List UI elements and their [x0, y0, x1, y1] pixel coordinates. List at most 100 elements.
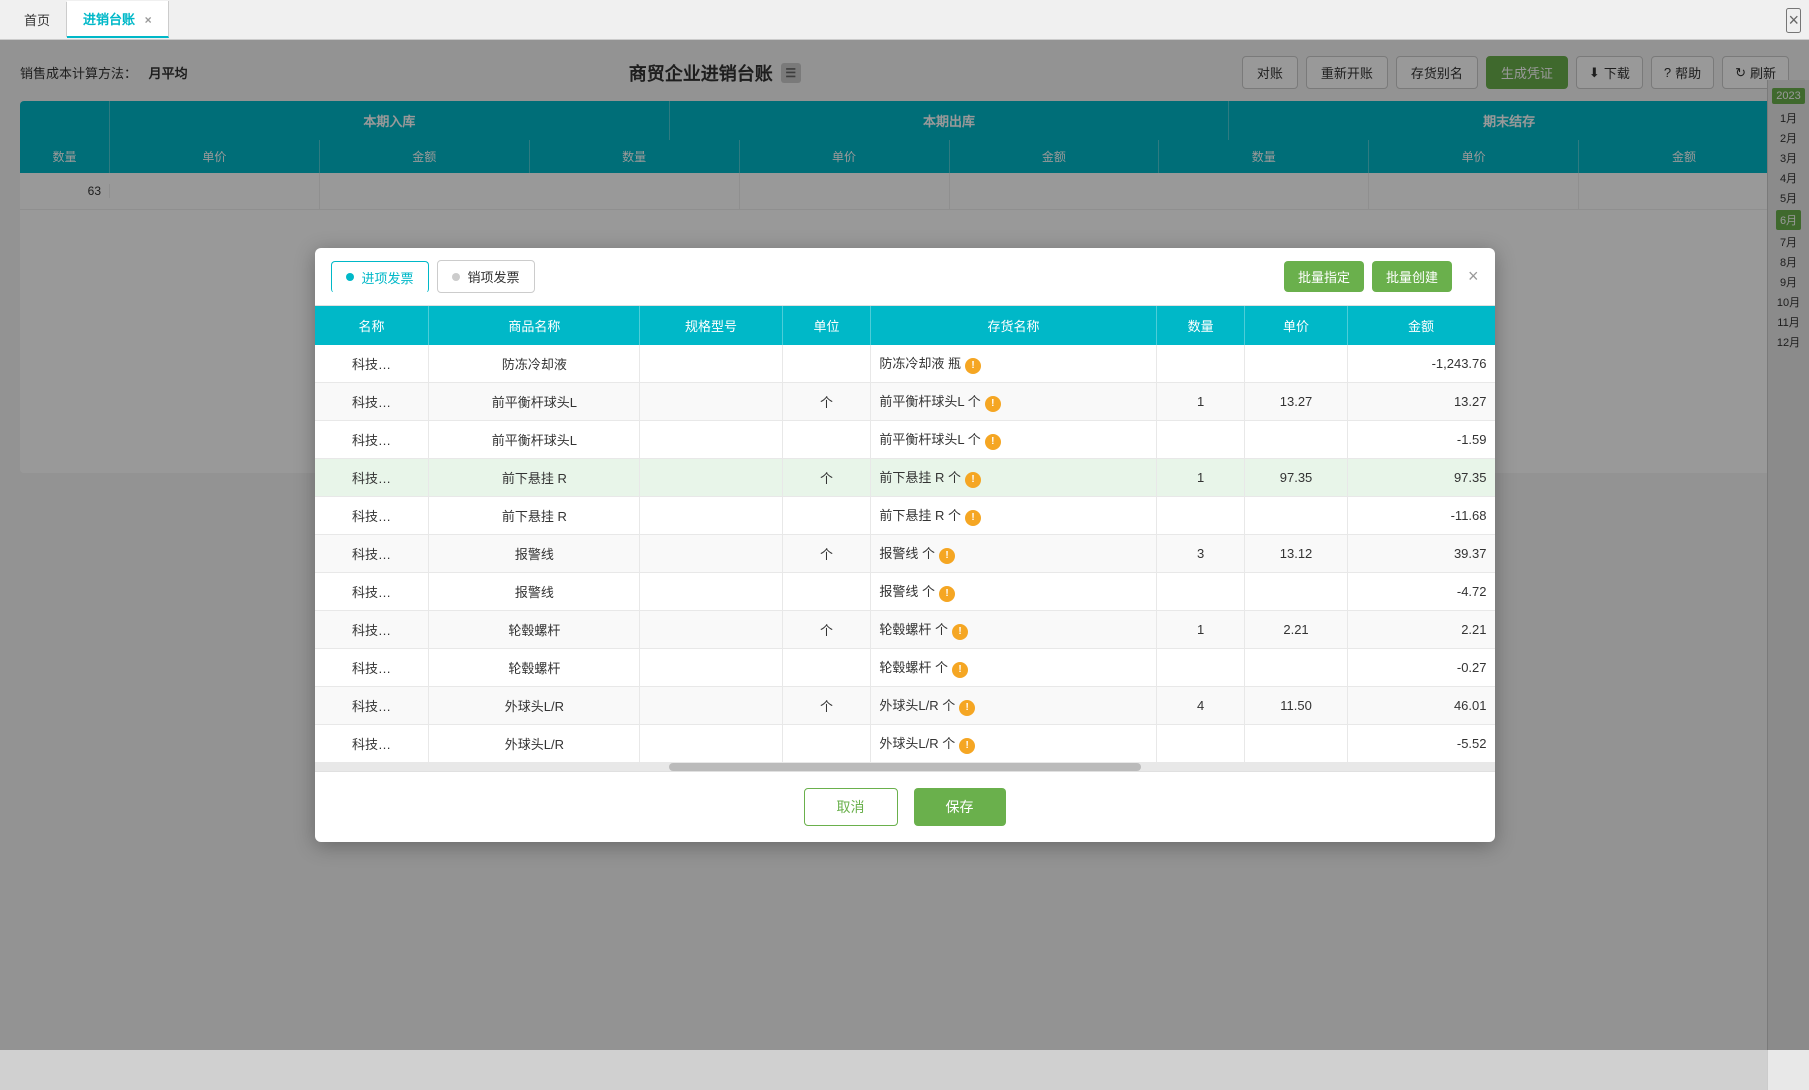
cell-name: 科技…	[315, 497, 429, 535]
tab-ledger[interactable]: 进销台账 ×	[67, 1, 169, 38]
invoice-in-indicator	[346, 273, 354, 281]
warning-icon: !	[939, 586, 955, 602]
cell-unit	[782, 345, 871, 383]
cell-quantity	[1156, 497, 1245, 535]
cell-quantity	[1156, 725, 1245, 763]
cell-spec	[640, 383, 782, 421]
table-row[interactable]: 科技… 防冻冷却液 防冻冷却液 瓶! -1,243.76	[315, 345, 1495, 383]
cell-unit: 个	[782, 383, 871, 421]
table-row[interactable]: 科技… 报警线 报警线 个! -4.72	[315, 573, 1495, 611]
cell-spec	[640, 535, 782, 573]
cell-spec	[640, 687, 782, 725]
th-product-name: 商品名称	[429, 306, 640, 345]
scrollbar-thumb[interactable]	[669, 763, 1141, 771]
cell-unit	[782, 649, 871, 687]
warning-icon: !	[965, 510, 981, 526]
cell-name: 科技…	[315, 687, 429, 725]
cell-unit	[782, 725, 871, 763]
cell-inventory-name: 前下悬挂 R 个!	[871, 497, 1156, 535]
tab-home[interactable]: 首页	[8, 2, 67, 37]
warning-icon: !	[959, 700, 975, 716]
cell-unit-price	[1245, 649, 1347, 687]
modal-table: 名称 商品名称 规格型号 单位 存货名称 数量 单价 金额 科技… 防冻冷却液	[315, 306, 1495, 763]
cell-amount: -1,243.76	[1347, 345, 1494, 383]
warning-icon: !	[965, 472, 981, 488]
cancel-button[interactable]: 取消	[804, 788, 898, 826]
cell-product-name: 外球头L/R	[429, 725, 640, 763]
table-row[interactable]: 科技… 轮毂螺杆 轮毂螺杆 个! -0.27	[315, 649, 1495, 687]
cell-spec	[640, 611, 782, 649]
cell-amount: 46.01	[1347, 687, 1494, 725]
warning-icon: !	[939, 548, 955, 564]
cell-spec	[640, 421, 782, 459]
modal-header-actions: 批量指定 批量创建 ×	[1284, 261, 1479, 292]
cell-spec	[640, 573, 782, 611]
window-close-button[interactable]: ×	[1786, 8, 1801, 33]
tab-invoice-in[interactable]: 进项发票	[331, 261, 429, 293]
cell-name: 科技…	[315, 725, 429, 763]
table-row[interactable]: 科技… 前平衡杆球头L 前平衡杆球头L 个! -1.59	[315, 421, 1495, 459]
cell-unit-price: 13.27	[1245, 383, 1347, 421]
cell-amount: 13.27	[1347, 383, 1494, 421]
table-row[interactable]: 科技… 外球头L/R 外球头L/R 个! -5.52	[315, 725, 1495, 763]
cell-unit-price	[1245, 497, 1347, 535]
horizontal-scrollbar[interactable]	[315, 763, 1495, 771]
table-row[interactable]: 科技… 前下悬挂 R 前下悬挂 R 个! -11.68	[315, 497, 1495, 535]
th-unit: 单位	[782, 306, 871, 345]
modal-close-button[interactable]: ×	[1468, 261, 1479, 292]
cell-amount: -1.59	[1347, 421, 1494, 459]
warning-icon: !	[952, 624, 968, 640]
cell-quantity: 4	[1156, 687, 1245, 725]
cell-unit: 个	[782, 459, 871, 497]
cell-name: 科技…	[315, 611, 429, 649]
table-row[interactable]: 科技… 外球头L/R 个 外球头L/R 个! 4 11.50 46.01	[315, 687, 1495, 725]
cell-unit-price: 2.21	[1245, 611, 1347, 649]
cell-product-name: 报警线	[429, 573, 640, 611]
cell-amount: -4.72	[1347, 573, 1494, 611]
cell-quantity	[1156, 345, 1245, 383]
batch-assign-button[interactable]: 批量指定	[1284, 261, 1364, 292]
cell-product-name: 轮毂螺杆	[429, 649, 640, 687]
cell-unit: 个	[782, 611, 871, 649]
table-row[interactable]: 科技… 报警线 个 报警线 个! 3 13.12 39.37	[315, 535, 1495, 573]
cell-quantity	[1156, 573, 1245, 611]
modal-header: 进项发票 销项发票 批量指定 批量创建 ×	[315, 248, 1495, 306]
warning-icon: !	[985, 434, 1001, 450]
tab-invoice-out[interactable]: 销项发票	[437, 260, 535, 293]
save-button[interactable]: 保存	[914, 788, 1006, 826]
cell-name: 科技…	[315, 649, 429, 687]
cell-name: 科技…	[315, 535, 429, 573]
batch-create-button[interactable]: 批量创建	[1372, 261, 1452, 292]
cell-unit-price: 11.50	[1245, 687, 1347, 725]
cell-unit: 个	[782, 687, 871, 725]
cell-unit	[782, 421, 871, 459]
table-row[interactable]: 科技… 轮毂螺杆 个 轮毂螺杆 个! 1 2.21 2.21	[315, 611, 1495, 649]
cell-product-name: 前平衡杆球头L	[429, 383, 640, 421]
cell-amount: -0.27	[1347, 649, 1494, 687]
th-name: 名称	[315, 306, 429, 345]
table-row[interactable]: 科技… 前平衡杆球头L 个 前平衡杆球头L 个! 1 13.27 13.27	[315, 383, 1495, 421]
tab-ledger-close[interactable]: ×	[145, 13, 152, 27]
cell-inventory-name: 外球头L/R 个!	[871, 725, 1156, 763]
cell-unit-price: 97.35	[1245, 459, 1347, 497]
tab-bar: 首页 进销台账 × ×	[0, 0, 1809, 40]
cell-quantity	[1156, 421, 1245, 459]
warning-icon: !	[965, 358, 981, 374]
cell-inventory-name: 前平衡杆球头L 个!	[871, 383, 1156, 421]
cell-product-name: 前下悬挂 R	[429, 459, 640, 497]
cell-quantity	[1156, 649, 1245, 687]
cell-product-name: 前平衡杆球头L	[429, 421, 640, 459]
invoice-out-indicator	[452, 273, 460, 281]
cell-spec	[640, 649, 782, 687]
modal-dialog: 进项发票 销项发票 批量指定 批量创建 × 名称	[315, 248, 1495, 842]
cell-name: 科技…	[315, 421, 429, 459]
cell-inventory-name: 前平衡杆球头L 个!	[871, 421, 1156, 459]
cell-quantity: 3	[1156, 535, 1245, 573]
th-quantity: 数量	[1156, 306, 1245, 345]
cell-product-name: 报警线	[429, 535, 640, 573]
table-row[interactable]: 科技… 前下悬挂 R 个 前下悬挂 R 个! 1 97.35 97.35	[315, 459, 1495, 497]
cell-product-name: 外球头L/R	[429, 687, 640, 725]
cell-unit-price	[1245, 345, 1347, 383]
cell-name: 科技…	[315, 459, 429, 497]
cell-unit-price	[1245, 573, 1347, 611]
